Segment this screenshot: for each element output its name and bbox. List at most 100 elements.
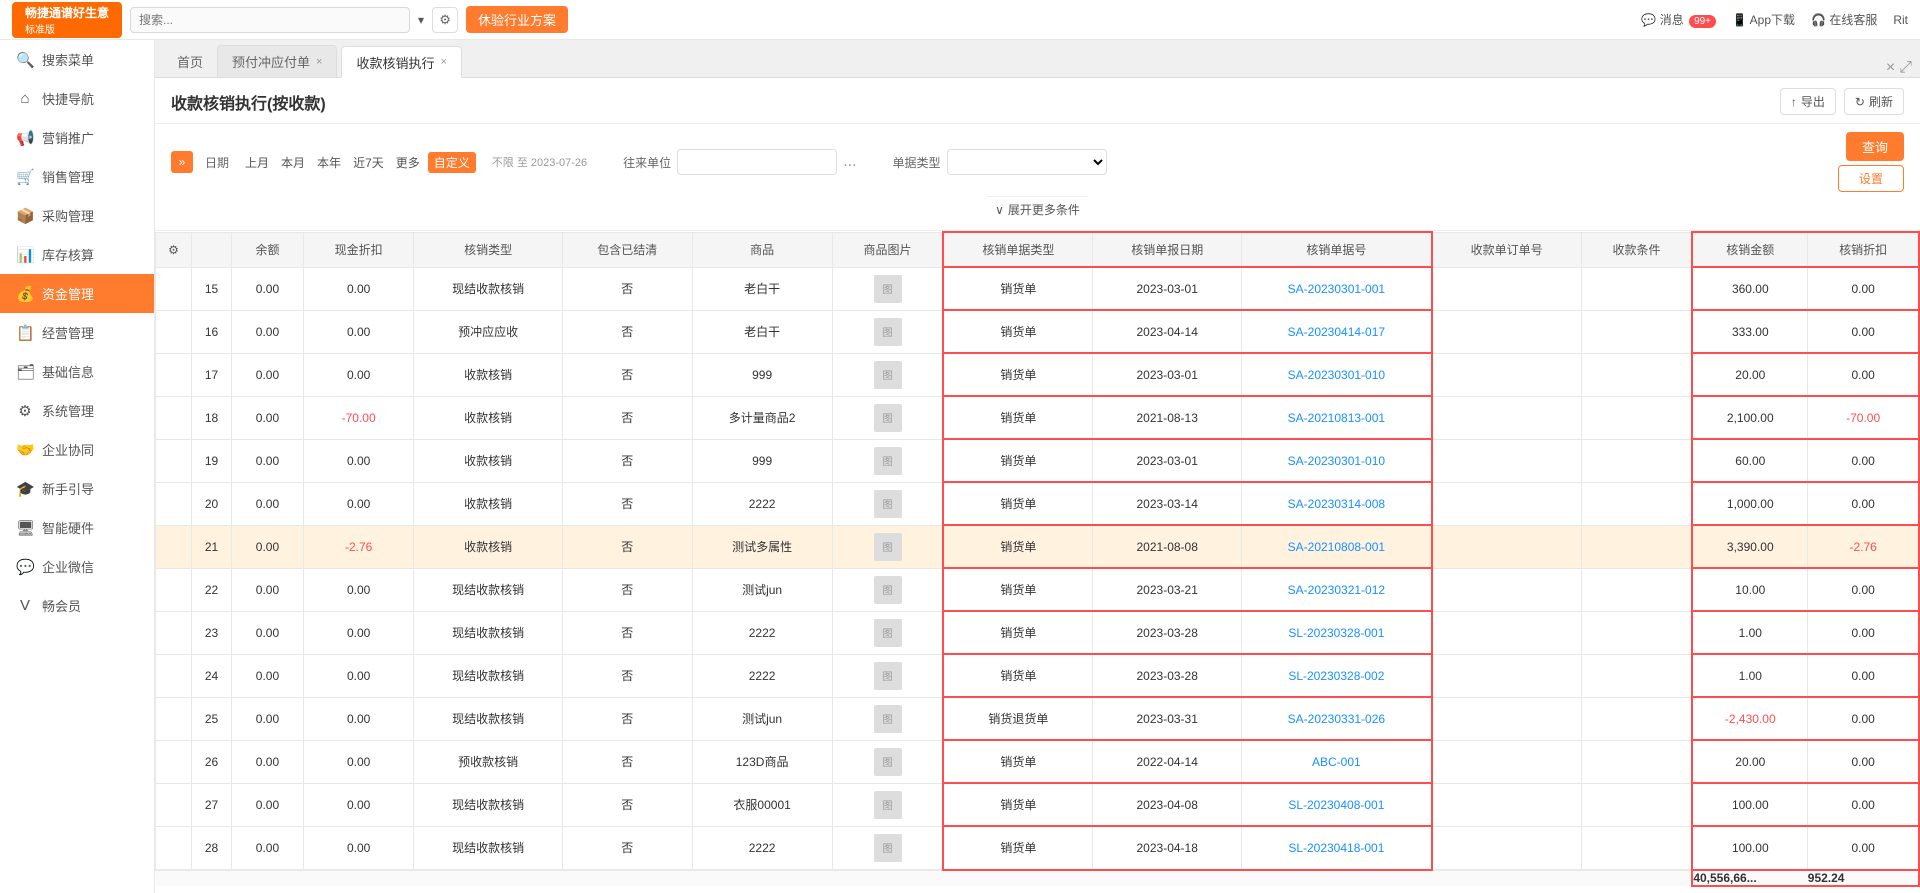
cell-product: 多计量商品2 <box>692 396 832 439</box>
voucher-type-select[interactable] <box>947 149 1107 175</box>
tab-receipt-verify-close[interactable]: × <box>440 56 446 68</box>
voucher-no-link[interactable]: SA-20230301-010 <box>1288 454 1385 468</box>
sidebar-item-newuser[interactable]: 🎓 新手引导 <box>0 469 154 508</box>
sidebar-item-collab[interactable]: 🤝 企业协同 <box>0 430 154 469</box>
settings-icon[interactable]: ⚙ <box>432 7 458 33</box>
cell-verify-voucher-no[interactable]: SA-20230301-010 <box>1242 439 1432 482</box>
user-name[interactable]: Rit <box>1893 13 1908 27</box>
cell-include-settled: 否 <box>563 740 693 783</box>
cell-verify-voucher-date: 2021-08-08 <box>1093 525 1242 568</box>
window-close-btn[interactable]: × <box>1886 59 1895 77</box>
sidebar-item-marketing[interactable]: 📢 营销推广 <box>0 118 154 157</box>
col-balance-header: 余额 <box>232 232 304 267</box>
sidebar-item-weixin[interactable]: 💬 企业微信 <box>0 547 154 586</box>
cell-verify-voucher-no[interactable]: SA-20230321-012 <box>1242 568 1432 611</box>
footer-spacer <box>156 870 1693 886</box>
sidebar-item-inventory[interactable]: 📊 库存核算 <box>0 235 154 274</box>
table-row: 20 0.00 0.00 收款核销 否 2222 图 销货单 2023-03-1… <box>156 482 1920 525</box>
table-row: 19 0.00 0.00 收款核销 否 999 图 销货单 2023-03-01… <box>156 439 1920 482</box>
search-input[interactable] <box>130 7 410 33</box>
date-more[interactable]: 更多 <box>392 152 424 173</box>
window-max-btn[interactable]: ⤢ <box>1899 59 1912 77</box>
date-this-month[interactable]: 本月 <box>277 152 309 173</box>
tab-prepay-close[interactable]: × <box>316 56 322 68</box>
messages-area[interactable]: 💬 消息 99+ <box>1641 11 1716 28</box>
sidebar-item-system[interactable]: ⚙ 系统管理 <box>0 391 154 430</box>
cell-cash-discount: 0.00 <box>303 353 413 396</box>
cell-verify-voucher-no[interactable]: SA-20210813-001 <box>1242 396 1432 439</box>
voucher-no-link[interactable]: SA-20230414-017 <box>1288 325 1385 339</box>
cell-verify-voucher-no[interactable]: SL-20230418-001 <box>1242 826 1432 870</box>
cell-verify-voucher-no[interactable]: SA-20230314-008 <box>1242 482 1432 525</box>
col-settings-header[interactable]: ⚙ <box>156 232 192 267</box>
tab-receipt-verify[interactable]: 收款核销执行 × <box>341 46 461 78</box>
cell-verify-voucher-type: 销货单 <box>943 353 1093 396</box>
tab-home[interactable]: 首页 <box>163 45 217 77</box>
voucher-no-link[interactable]: SA-20230321-012 <box>1288 583 1385 597</box>
sidebar-item-hardware[interactable]: 🖥 智能硬件 <box>0 508 154 547</box>
voucher-no-link[interactable]: SA-20230301-010 <box>1288 368 1385 382</box>
cell-verify-voucher-no[interactable]: SL-20230328-001 <box>1242 611 1432 654</box>
voucher-no-link[interactable]: SA-20230301-001 <box>1288 282 1385 296</box>
sidebar-label-search: 搜索菜单 <box>42 50 94 69</box>
industry-solution-button[interactable]: 休验行业方案 <box>466 6 568 33</box>
table-footer: 40,556,66... 952.24 <box>156 870 1920 886</box>
cell-verify-voucher-no[interactable]: SA-20230331-026 <box>1242 697 1432 740</box>
sidebar-item-operations[interactable]: 📋 经营管理 <box>0 313 154 352</box>
voucher-no-link[interactable]: SL-20230418-001 <box>1288 841 1384 855</box>
voucher-no-link[interactable]: SA-20230314-008 <box>1288 497 1385 511</box>
cell-receipt-terms <box>1581 439 1692 482</box>
sidebar-item-search[interactable]: 🔍 搜索菜单 <box>0 40 154 79</box>
voucher-no-link[interactable]: SL-20230328-001 <box>1288 626 1384 640</box>
sidebar-item-quicknav[interactable]: ⌂ 快捷导航 <box>0 79 154 118</box>
cell-verify-voucher-no[interactable]: SA-20230414-017 <box>1242 310 1432 353</box>
cell-balance: 0.00 <box>232 654 304 697</box>
refresh-button[interactable]: ↻ 刷新 <box>1844 88 1904 115</box>
cell-receipt-order-no <box>1432 439 1582 482</box>
voucher-no-link[interactable]: SA-20210813-001 <box>1288 411 1385 425</box>
export-button[interactable]: ↑ 导出 <box>1780 88 1836 115</box>
date-last-7days[interactable]: 近7天 <box>349 152 388 173</box>
tab-prepay[interactable]: 预付冲应付单 × <box>217 45 337 77</box>
sidebar-item-sales[interactable]: 🛒 销售管理 <box>0 157 154 196</box>
app-download-link[interactable]: 📱 App下载 <box>1732 11 1795 28</box>
dropdown-arrow[interactable]: ▾ <box>418 13 424 27</box>
cell-verify-type: 现结收款核销 <box>414 568 563 611</box>
cell-verify-voucher-no[interactable]: SL-20230328-002 <box>1242 654 1432 697</box>
setting-button[interactable]: 设置 <box>1838 165 1904 192</box>
from-unit-input[interactable] <box>677 149 837 175</box>
query-button[interactable]: 查询 <box>1846 132 1904 161</box>
cell-verify-voucher-no[interactable]: SA-20230301-001 <box>1242 267 1432 310</box>
sidebar-item-finance[interactable]: 💰 资金管理 <box>0 274 154 313</box>
cell-receipt-order-no <box>1432 482 1582 525</box>
online-service-link[interactable]: 🎧 在线客服 <box>1811 11 1877 28</box>
sidebar-item-member[interactable]: V 畅会员 <box>0 586 154 625</box>
cell-product-image: 图 <box>832 482 943 525</box>
cell-verify-voucher-no[interactable]: SA-20210808-001 <box>1242 525 1432 568</box>
cell-verify-voucher-no[interactable]: SA-20230301-010 <box>1242 353 1432 396</box>
date-custom[interactable]: 自定义 <box>428 152 476 173</box>
messages-icon: 💬 <box>1641 13 1656 27</box>
voucher-no-link[interactable]: SA-20230331-026 <box>1288 712 1385 726</box>
voucher-no-link[interactable]: ABC-001 <box>1312 755 1361 769</box>
sidebar-item-purchase[interactable]: 📦 采购管理 <box>0 196 154 235</box>
filter-expand-button[interactable]: » <box>171 151 193 173</box>
member-icon: V <box>16 597 34 614</box>
table-container[interactable]: ⚙ 余额 现金折扣 核销类型 包含已结清 商品 商品图片 核销单据类型 核销单报… <box>155 231 1920 893</box>
cell-rownum: 27 <box>192 783 232 826</box>
cell-receipt-order-no <box>1432 783 1582 826</box>
date-last-month[interactable]: 上月 <box>241 152 273 173</box>
date-this-year[interactable]: 本年 <box>313 152 345 173</box>
cell-verify-voucher-no[interactable]: ABC-001 <box>1242 740 1432 783</box>
voucher-no-link[interactable]: SL-20230328-002 <box>1288 669 1384 683</box>
finance-icon: 💰 <box>16 285 34 303</box>
table-row: 26 0.00 0.00 预收款核销 否 123D商品 图 销货单 2022-0… <box>156 740 1920 783</box>
cell-product: 测试jun <box>692 697 832 740</box>
expand-more-button[interactable]: ∨ 展开更多条件 <box>987 196 1088 222</box>
sidebar-item-basicinfo[interactable]: 🗂 基础信息 <box>0 352 154 391</box>
voucher-no-link[interactable]: SL-20230408-001 <box>1288 798 1384 812</box>
cell-verify-voucher-no[interactable]: SL-20230408-001 <box>1242 783 1432 826</box>
voucher-no-link[interactable]: SA-20210808-001 <box>1288 540 1385 554</box>
cell-receipt-terms <box>1581 482 1692 525</box>
logo-text: 畅捷通谱好生意 <box>25 4 109 21</box>
